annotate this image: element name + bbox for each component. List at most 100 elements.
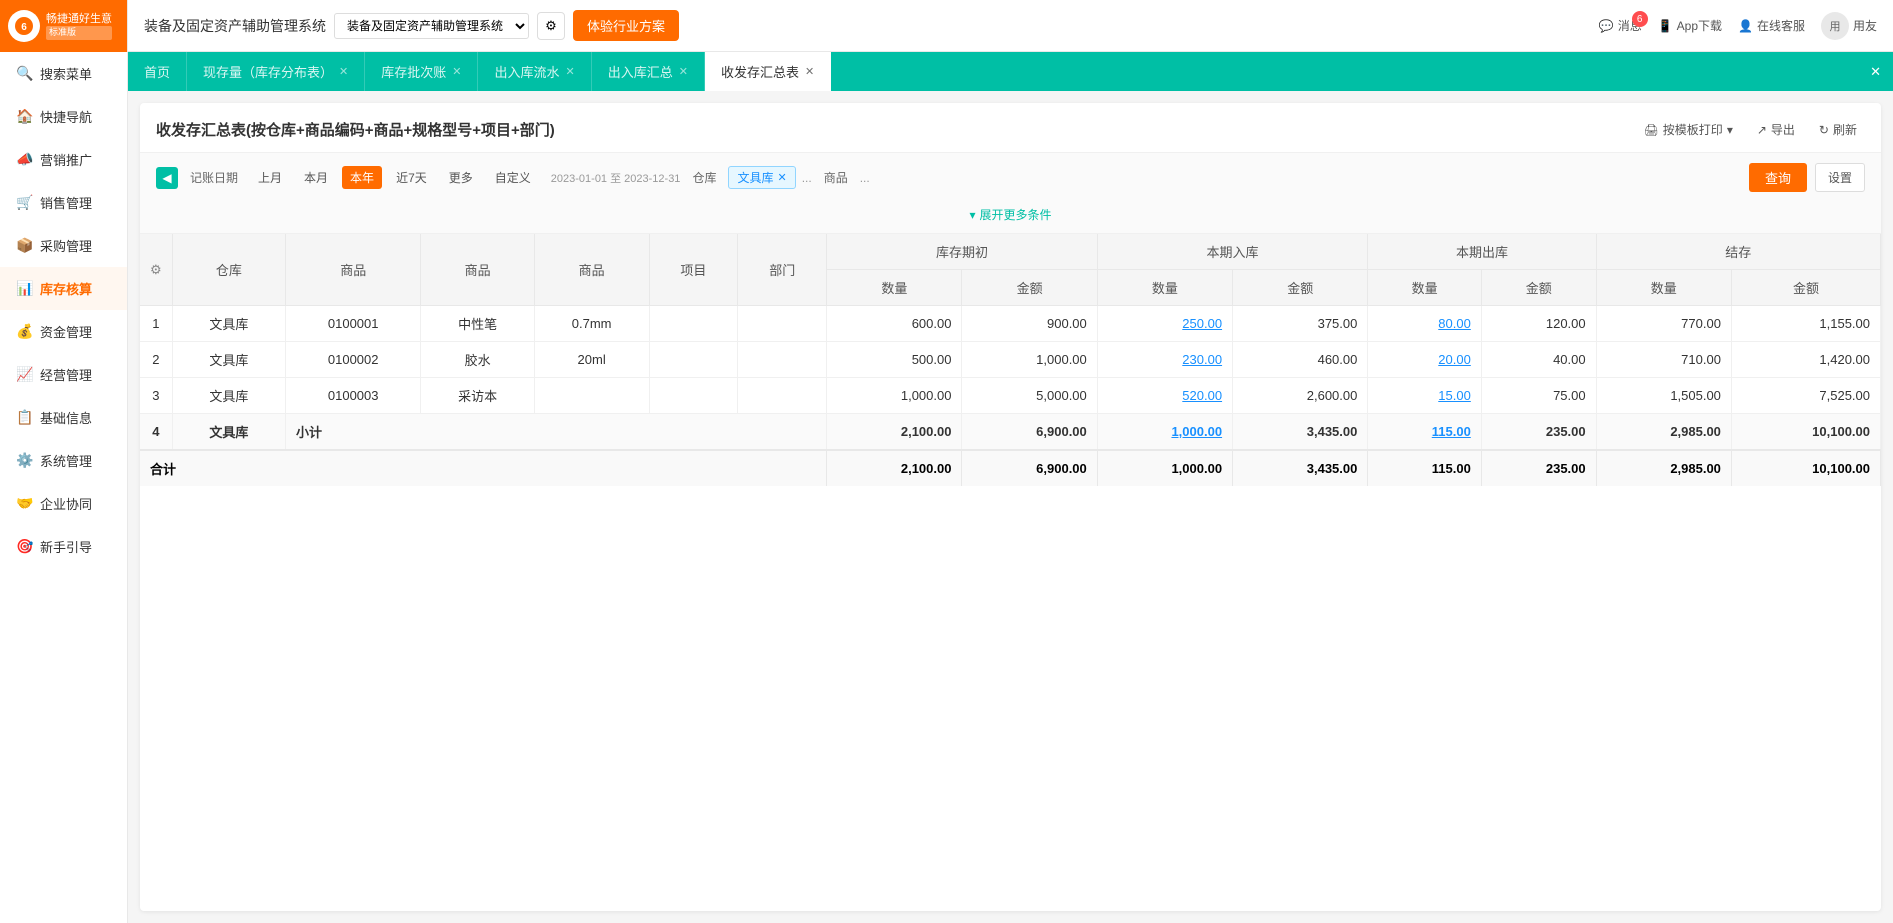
service-button[interactable]: 👤 在线客服 [1738,17,1805,34]
total-out-amt: 235.00 [1481,450,1596,486]
tab-close-icon[interactable]: ✕ [566,65,575,78]
sidebar-item-label: 库存核算 [40,279,92,298]
sidebar-item-sales[interactable]: 🛒 销售管理 [0,181,127,224]
export-button[interactable]: ↗ 导出 [1749,117,1803,142]
product-more-button[interactable]: ... [860,171,870,185]
sidebar-item-system[interactable]: ⚙️ 系统管理 [0,439,127,482]
cell-spec: 0.7mm [534,306,649,342]
column-settings-icon[interactable]: ⚙ [150,262,162,277]
cell-in-qty: 250.00 [1097,306,1232,342]
service-icon: 👤 [1738,19,1753,33]
app-download-button[interactable]: 📱 App下载 [1658,17,1722,34]
sidebar-item-label: 快捷导航 [40,107,92,126]
system-selector[interactable]: 装备及固定资产辅助管理系统 [334,13,529,39]
filter-setting-button[interactable]: 设置 [1815,163,1865,192]
in-qty-link[interactable]: 250.00 [1182,316,1222,331]
subtotal-in-qty-link[interactable]: 1,000.00 [1171,424,1222,439]
page-title-bar: 收发存汇总表(按仓库+商品编码+商品+规格型号+项目+部门) 🖨 按模板打印 ▾… [140,103,1881,153]
in-qty-link[interactable]: 230.00 [1182,352,1222,367]
out-qty-link[interactable]: 15.00 [1438,388,1471,403]
tab-home[interactable]: 首页 [128,52,187,91]
cell-out-qty: 20.00 [1368,342,1481,378]
total-row: 合计 2,100.00 6,900.00 1,000.00 3,435.00 1… [140,450,1881,486]
expand-conditions-button[interactable]: ▾ 展开更多条件 [969,206,1051,223]
table-row: 2 文具库 0100002 胶水 20ml 500.00 1,000.00 23… [140,342,1881,378]
cell-project [649,342,738,378]
tab-close-icon[interactable]: ✕ [805,65,814,78]
date-range-text: 2023-01-01 至 2023-12-31 [551,170,681,186]
total-open-amt: 6,900.00 [962,450,1097,486]
filter-collapse-button[interactable]: ◀ [156,167,178,189]
out-qty-link[interactable]: 20.00 [1438,352,1471,367]
sidebar-item-basic[interactable]: 📋 基础信息 [0,396,127,439]
warehouse-more-button[interactable]: ... [802,171,812,185]
sidebar-item-finance[interactable]: 💰 资金管理 [0,310,127,353]
data-table-container: ⚙ 仓库 商品 商品 商品 项目 部门 库存期初 本期入库 本期出库 结存 [140,234,1881,911]
date-this-month-button[interactable]: 本月 [296,166,336,189]
tab-label: 收发存汇总表 [721,62,799,81]
sidebar-item-corp[interactable]: 🤝 企业协同 [0,482,127,525]
th-bal-amt: 金额 [1731,270,1880,306]
tab-close-icon[interactable]: ✕ [339,65,348,78]
newbie-icon: 🎯 [16,538,32,555]
th-code: 商品 [286,234,421,306]
subtotal-open-amt: 6,900.00 [962,414,1097,451]
in-qty-link[interactable]: 520.00 [1182,388,1222,403]
sidebar-item-inventory[interactable]: 📊 库存核算 [0,267,127,310]
cell-name: 采访本 [421,378,534,414]
sidebar-item-newbie[interactable]: 🎯 新手引导 [0,525,127,568]
user-button[interactable]: 用 用友 [1821,12,1877,40]
date-custom-button[interactable]: 自定义 [487,166,539,189]
sidebar-item-purchase[interactable]: 📦 采购管理 [0,224,127,267]
total-label: 合计 [140,450,827,486]
tab-close-icon[interactable]: ✕ [452,65,461,78]
trial-button[interactable]: 体验行业方案 [573,10,679,41]
chevron-down-icon: ▾ [1727,123,1733,137]
table-row: 3 文具库 0100003 采访本 1,000.00 5,000.00 520.… [140,378,1881,414]
print-button[interactable]: 🖨 按模板打印 ▾ [1636,117,1741,142]
cell-project [649,378,738,414]
cell-open-amt: 900.00 [962,306,1097,342]
cell-no: 3 [140,378,172,414]
out-qty-link[interactable]: 80.00 [1438,316,1471,331]
total-open-qty: 2,100.00 [827,450,962,486]
cell-name: 胶水 [421,342,534,378]
sidebar-menu: 🔍 搜索菜单 🏠 快捷导航 📣 营销推广 🛒 销售管理 📦 采购管理 📊 库存核… [0,52,127,923]
tab-bar-close-button[interactable]: ✕ [1858,54,1893,90]
refresh-button[interactable]: ↻ 刷新 [1811,117,1865,142]
page-card: 收发存汇总表(按仓库+商品编码+商品+规格型号+项目+部门) 🖨 按模板打印 ▾… [140,103,1881,911]
subtotal-bal-amt: 10,100.00 [1731,414,1880,451]
sidebar-item-quicknav[interactable]: 🏠 快捷导航 [0,95,127,138]
warehouse-tag-close[interactable]: ✕ [777,171,786,184]
main-content: 装备及固定资产辅助管理系统 装备及固定资产辅助管理系统 ⚙ 体验行业方案 💬 消… [128,0,1893,923]
cell-warehouse: 文具库 [172,306,285,342]
home-icon: 🏠 [16,108,32,125]
cell-out-qty: 15.00 [1368,378,1481,414]
product-filter-label: 商品 [824,169,848,186]
tab-close-icon[interactable]: ✕ [679,65,688,78]
sidebar-item-business[interactable]: 📈 经营管理 [0,353,127,396]
date-last-month-button[interactable]: 上月 [250,166,290,189]
date-this-year-button[interactable]: 本年 [342,166,382,189]
tab-inout-flow[interactable]: 出入库流水 ✕ [478,52,591,91]
warehouse-filter: 文具库 ✕ ... [728,166,811,189]
basic-icon: 📋 [16,409,32,426]
sidebar-item-search[interactable]: 🔍 搜索菜单 [0,52,127,95]
date-7days-button[interactable]: 近7天 [388,166,435,189]
message-button[interactable]: 💬 消息 6 [1599,17,1642,34]
subtotal-out-qty-link[interactable]: 115.00 [1432,424,1471,439]
tab-stock-dist[interactable]: 现存量（库存分布表） ✕ [187,52,365,91]
logo-text: 畅捷通好生意 标准版 [46,12,112,40]
date-more-button[interactable]: 更多 [441,166,481,189]
th-inbound: 本期入库 [1097,234,1368,270]
sidebar-item-marketing[interactable]: 📣 营销推广 [0,138,127,181]
cell-open-amt: 5,000.00 [962,378,1097,414]
date-filter: 上月 本月 本年 近7天 更多 自定义 2023-01-01 至 2023-12… [250,166,680,189]
tab-inout-summary[interactable]: 出入库汇总 ✕ [592,52,705,91]
query-button[interactable]: 查询 [1749,163,1807,192]
tab-batch[interactable]: 库存批次账 ✕ [365,52,478,91]
settings-button[interactable]: ⚙ [537,12,565,40]
product-filter: ... [860,171,870,185]
corp-icon: 🤝 [16,495,32,512]
tab-recv-send[interactable]: 收发存汇总表 ✕ [705,52,831,91]
